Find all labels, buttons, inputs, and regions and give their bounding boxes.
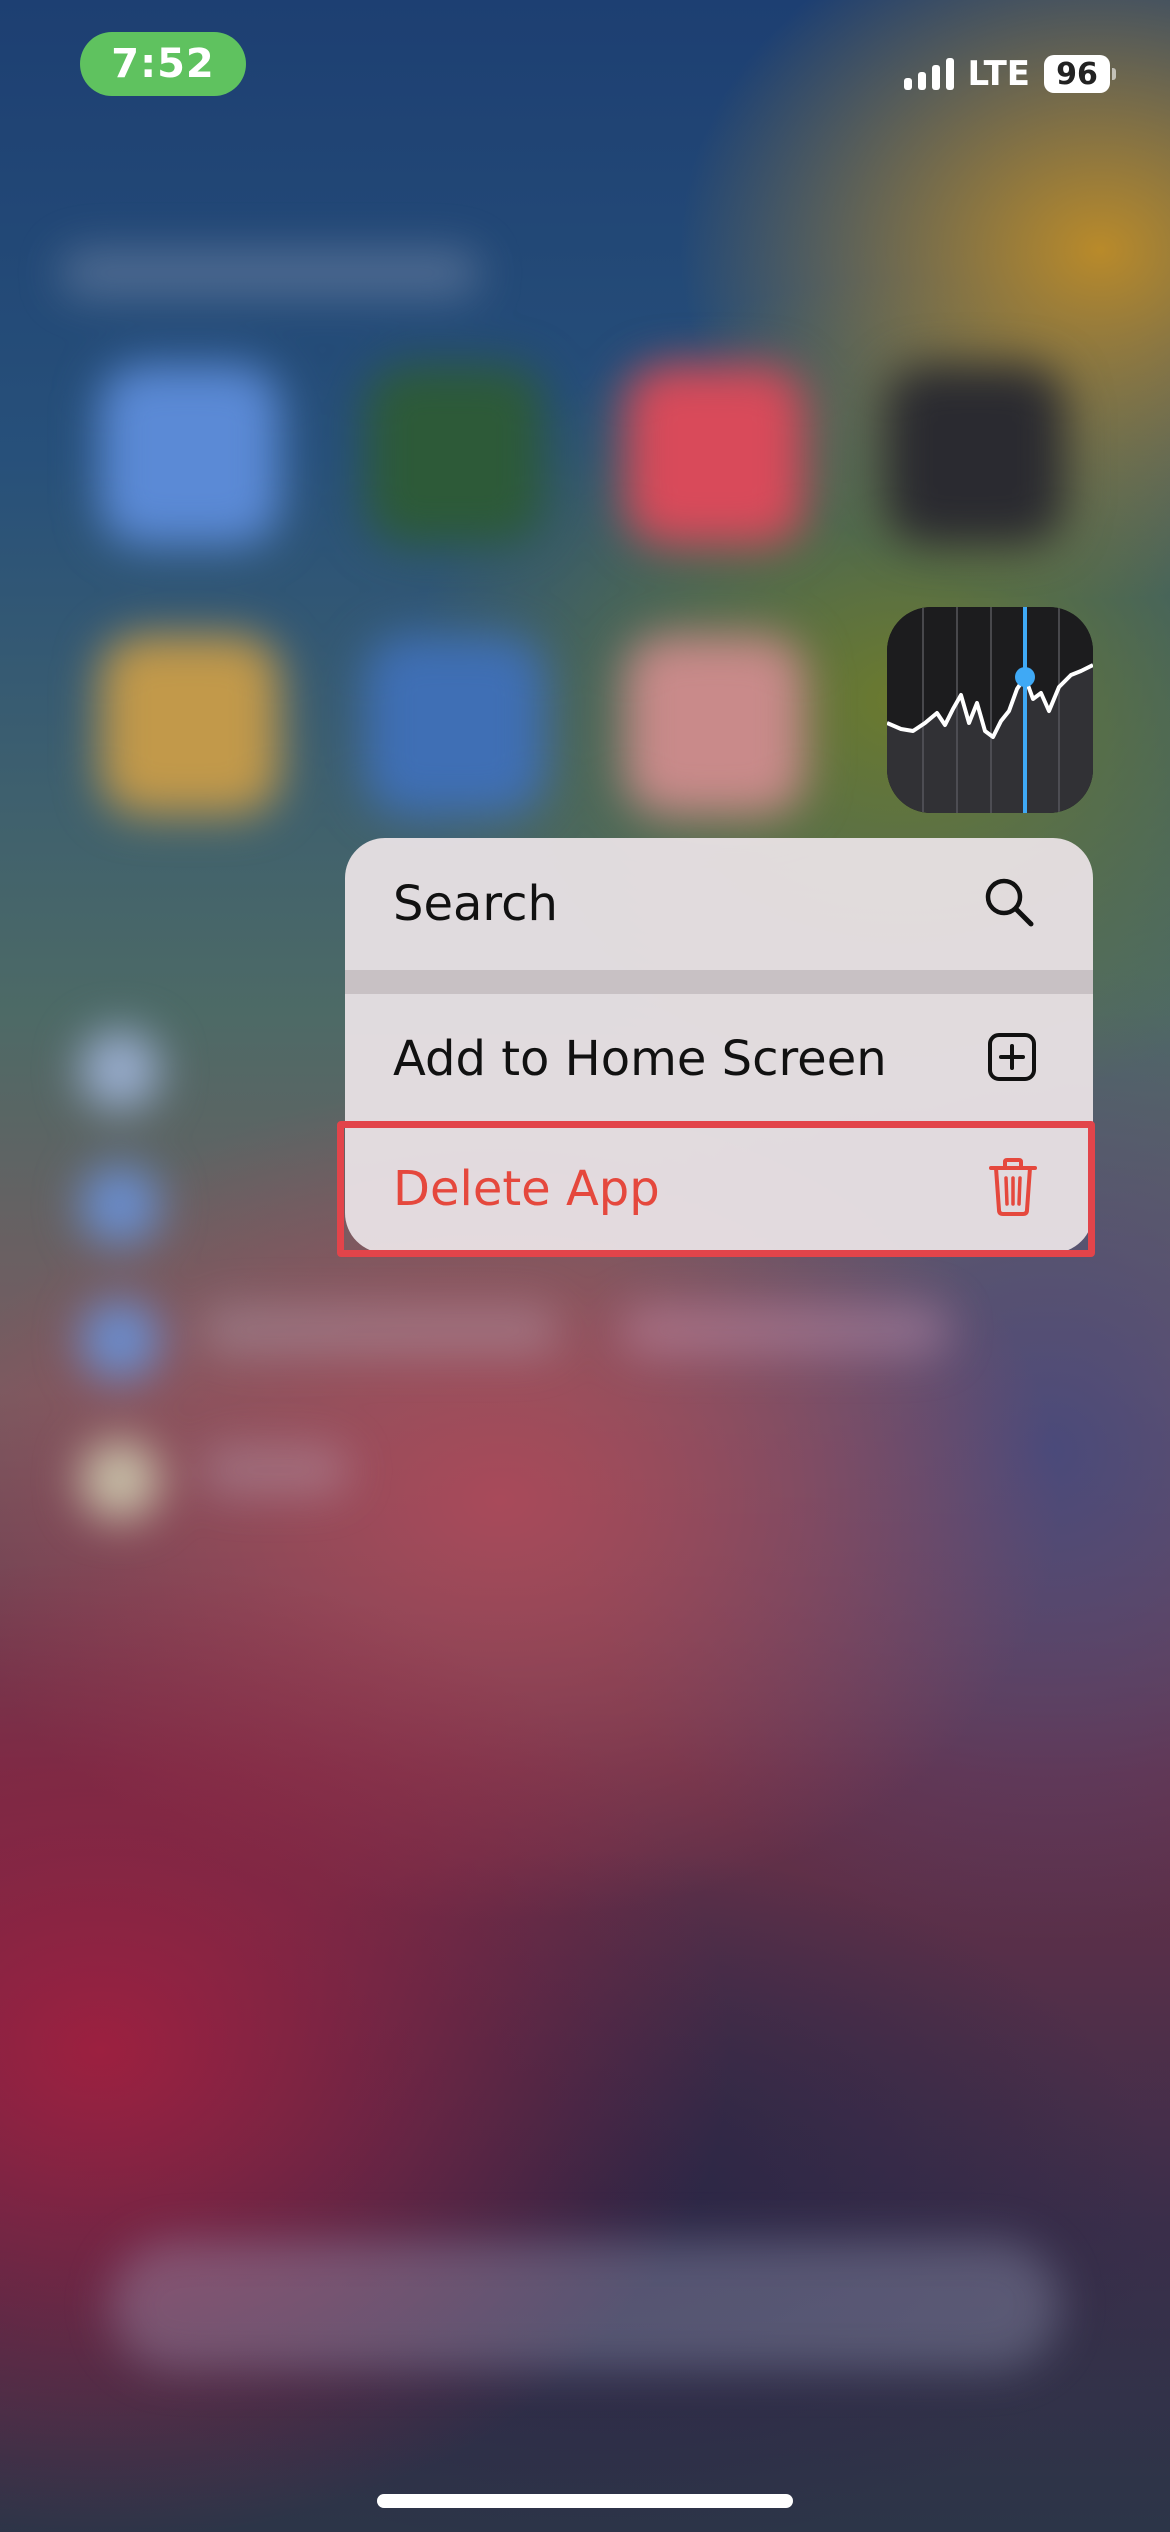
blurred-list-text [200,1445,350,1495]
blurred-list-text [620,1305,950,1355]
blurred-home-screen-content [0,0,1170,2532]
magnifying-glass-icon [981,874,1037,934]
cellular-signal-icon [903,58,954,90]
menu-item-label: Delete App [393,1161,660,1217]
plus-square-icon [987,1032,1037,1086]
status-time: 7:52 [80,32,246,96]
blurred-list-icon [80,1300,160,1380]
blurred-app-icon [625,635,805,815]
blurred-list-icon [80,1440,160,1520]
blurred-app-icon [885,365,1065,545]
blurred-app-icon [365,365,545,545]
blurred-search-bar [110,2240,1060,2370]
battery-level: 96 [1044,55,1110,93]
blurred-list-icon [80,1165,160,1245]
blurred-app-icon [100,635,280,815]
blurred-widget-title [60,250,480,296]
stocks-app-icon[interactable] [887,607,1093,813]
menu-item-add-to-home-screen[interactable]: Add to Home Screen [345,994,1093,1124]
battery-icon: 96 [1044,55,1116,93]
context-menu: Search Add to Home Screen Delete App [345,838,1093,1253]
network-type: LTE [967,54,1030,94]
home-indicator[interactable] [377,2494,793,2508]
blurred-list-icon [80,1030,160,1110]
trash-icon [989,1158,1037,1220]
menu-item-label: Search [393,876,558,932]
blurred-app-icon [365,635,545,815]
blurred-app-icon [625,365,805,545]
blurred-app-icon [100,365,280,545]
menu-item-search[interactable]: Search [345,838,1093,970]
menu-section-separator [345,970,1093,994]
blurred-list-text [200,1305,560,1355]
menu-item-label: Add to Home Screen [393,1031,887,1087]
home-screen: 7:52 LTE 96 Search Add to Home Screen De… [0,0,1170,2532]
status-indicators: LTE 96 [903,52,1116,96]
menu-item-delete-app[interactable]: Delete App [345,1125,1093,1253]
